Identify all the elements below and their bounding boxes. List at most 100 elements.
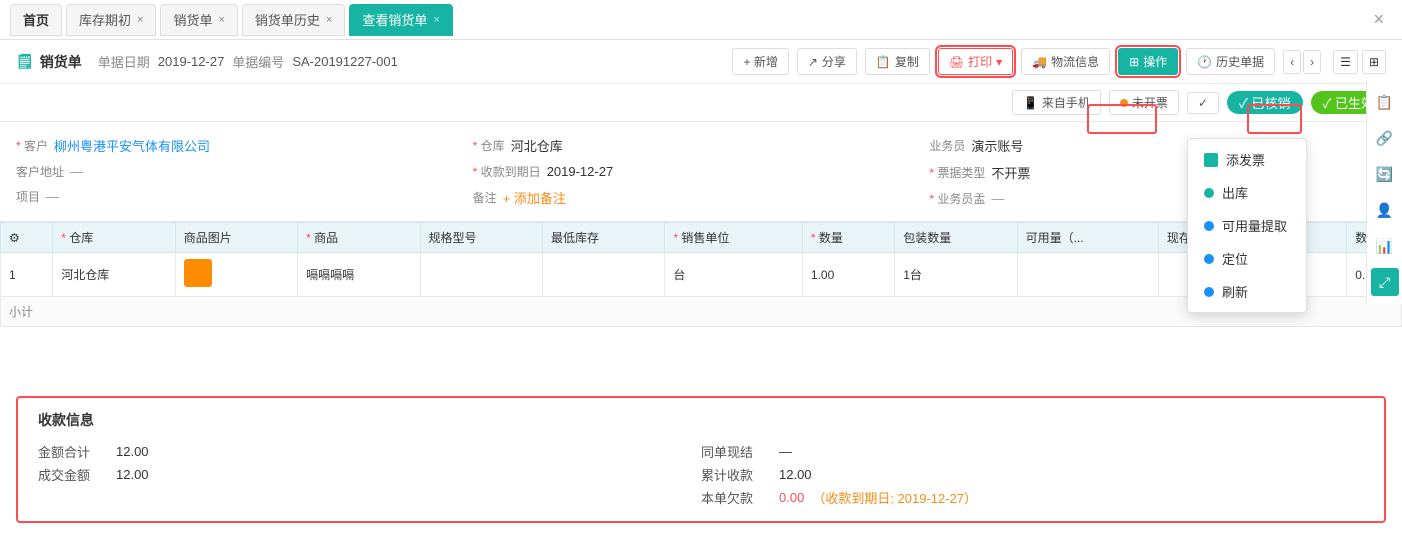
tab-view-sales[interactable]: 查看销货单 × — [349, 4, 452, 36]
number-label: 单据编号 — [232, 52, 284, 71]
window-close-button[interactable]: × — [1365, 9, 1392, 30]
prev-button[interactable]: ‹ — [1283, 50, 1301, 74]
total-row: 金额合计 12.00 — [38, 440, 701, 463]
new-button[interactable]: + 新增 — [732, 48, 788, 75]
history-button[interactable]: 🕐 历史单据 — [1186, 48, 1275, 75]
col-qty: 数量 — [802, 223, 894, 253]
tab-home-label: 首页 — [23, 10, 49, 29]
transaction-value: 12.00 — [116, 467, 149, 482]
row-index: 1 — [1, 253, 53, 297]
staff-row: 业务员 演示账号 — [929, 132, 1386, 159]
balance-value: 0.00 — [779, 490, 804, 505]
menu-refresh[interactable]: 刷新 — [1188, 275, 1306, 308]
tab-view-sales-label: 查看销货单 — [362, 10, 427, 29]
menu-outbound[interactable]: 出库 — [1188, 176, 1306, 209]
staff2-label: 业务员盂 — [929, 190, 985, 207]
avail-extract-label: 可用量提取 — [1222, 216, 1287, 235]
tab-history-close[interactable]: × — [326, 14, 332, 26]
tab-sales-close[interactable]: × — [218, 14, 224, 26]
doc-title-text: 销货单 — [40, 52, 82, 72]
due-note: （收款到期日: 2019-12-27） — [812, 488, 977, 507]
date-label: 单据日期 — [98, 52, 150, 71]
from-phone-button[interactable]: 📱 来自手机 — [1012, 90, 1101, 115]
col-spec: 规格型号 — [420, 223, 542, 253]
tab-bar: 首页 库存期初 × 销货单 × 销货单历史 × 查看销货单 × × — [0, 0, 1402, 40]
copy-button[interactable]: 📋 复制 — [865, 48, 930, 75]
row-img — [175, 253, 297, 297]
same-order-row: 同单现结 — — [701, 440, 1364, 463]
tab-inventory-close[interactable]: × — [137, 14, 143, 26]
sidebar-expand-icon[interactable]: ⤢ — [1371, 268, 1399, 296]
not-opened-button[interactable]: 未开票 — [1109, 90, 1179, 115]
project-row: 项目 — — [16, 184, 473, 209]
menu-locate[interactable]: 定位 — [1188, 242, 1306, 275]
print-button[interactable]: 🖨 打印 ▾ — [938, 48, 1013, 75]
new-label: + 新增 — [743, 53, 777, 70]
menu-avail-extract[interactable]: 可用量提取 — [1188, 209, 1306, 242]
doc-header: 🗒 销货单 单据日期 2019-12-27 单据编号 SA-20191227-0… — [0, 40, 1402, 84]
copy-label: 复制 — [895, 53, 919, 70]
grid-view-button[interactable]: ⊞ — [1362, 50, 1386, 74]
add-invoice-icon — [1204, 153, 1218, 167]
tab-home[interactable]: 首页 — [10, 4, 62, 36]
payment-title: 收款信息 — [38, 410, 1364, 430]
tab-inventory[interactable]: 库存期初 × — [66, 4, 156, 36]
sidebar-chart-icon[interactable]: 📊 — [1371, 232, 1399, 260]
sidebar-doc-icon[interactable]: 📋 — [1371, 88, 1399, 116]
tab-view-sales-close[interactable]: × — [433, 14, 439, 26]
col-product: 商品 — [298, 223, 420, 253]
add-invoice-label: 添发票 — [1226, 150, 1265, 169]
phone-icon: 📱 — [1023, 96, 1038, 110]
history-icon: 🕐 — [1197, 55, 1212, 69]
staff-label: 业务员 — [929, 137, 965, 154]
sidebar-refresh-icon[interactable]: 🔄 — [1371, 160, 1399, 188]
col-pkg-qty: 包装数量 — [895, 223, 1017, 253]
due-date-label: 收款到期日 — [473, 163, 541, 180]
from-phone-label: 来自手机 — [1042, 94, 1090, 111]
staff2-row: 业务员盂 — — [929, 186, 1386, 211]
sidebar-link-icon[interactable]: 🔗 — [1371, 124, 1399, 152]
date-value: 2019-12-27 — [158, 54, 225, 69]
tab-sales-label: 销货单 — [173, 10, 212, 29]
operate-label: 操作 — [1143, 53, 1167, 70]
tab-sales[interactable]: 销货单 × — [160, 4, 237, 36]
confirmed-label: ✓ 已核销 — [1239, 96, 1291, 111]
note-label: 备注 — [473, 189, 497, 206]
tab-history[interactable]: 销货单历史 × — [242, 4, 345, 36]
payment-grid: 金额合计 12.00 成交金额 12.00 同单现结 — 累计收款 — [38, 440, 1364, 509]
menu-add-invoice[interactable]: 添发票 — [1188, 143, 1306, 176]
operate-button[interactable]: ⊞ 操作 — [1118, 48, 1178, 75]
list-view-button[interactable]: ☰ — [1333, 50, 1358, 74]
row-product: 嗝嗝嗝嗝 — [298, 253, 420, 297]
col-min-stock: 最低库存 — [542, 223, 664, 253]
next-button[interactable]: › — [1303, 50, 1321, 74]
note-add-button[interactable]: + 添加备注 — [503, 188, 566, 207]
confirmed-button[interactable]: ✓ 已核销 — [1227, 91, 1303, 114]
row-warehouse: 河北仓库 — [53, 253, 175, 297]
refresh-icon — [1204, 287, 1214, 297]
note-row: 备注 + 添加备注 — [473, 184, 930, 211]
project-label: 项目 — [16, 188, 40, 205]
same-order-label: 同单现结 — [701, 442, 771, 461]
ticket-type-label: 票据类型 — [929, 164, 985, 181]
cumulative-row: 累计收款 12.00 — [701, 463, 1364, 486]
operate-icon: ⊞ — [1129, 55, 1139, 69]
history-label: 历史单据 — [1216, 53, 1264, 70]
logistics-button[interactable]: 🚚 物流信息 — [1021, 48, 1110, 75]
row-avail — [1017, 253, 1158, 297]
share-button[interactable]: ↗ 分享 — [797, 48, 857, 75]
sidebar-user-icon[interactable]: 👤 — [1371, 196, 1399, 224]
header-actions: + 新增 ↗ 分享 📋 复制 🖨 打印 ▾ 🚚 物流信息 — [732, 48, 1386, 75]
avail-extract-icon — [1204, 221, 1214, 231]
col-settings[interactable]: ⚙ — [1, 223, 53, 253]
transaction-row: 成交金额 12.00 — [38, 463, 701, 486]
customer-value[interactable]: 柳州粤港平安气体有限公司 — [54, 136, 210, 155]
balance-row: 本单欠款 0.00 （收款到期日: 2019-12-27） — [701, 486, 1364, 509]
tab-inventory-label: 库存期初 — [79, 10, 131, 29]
warehouse-label: 仓库 — [473, 137, 505, 154]
refresh-label: 刷新 — [1222, 282, 1248, 301]
nav-arrows: ‹ › — [1283, 50, 1321, 74]
check-icon: ✓ — [1198, 96, 1208, 110]
col-unit: 销售单位 — [665, 223, 803, 253]
total-value: 12.00 — [116, 444, 149, 459]
